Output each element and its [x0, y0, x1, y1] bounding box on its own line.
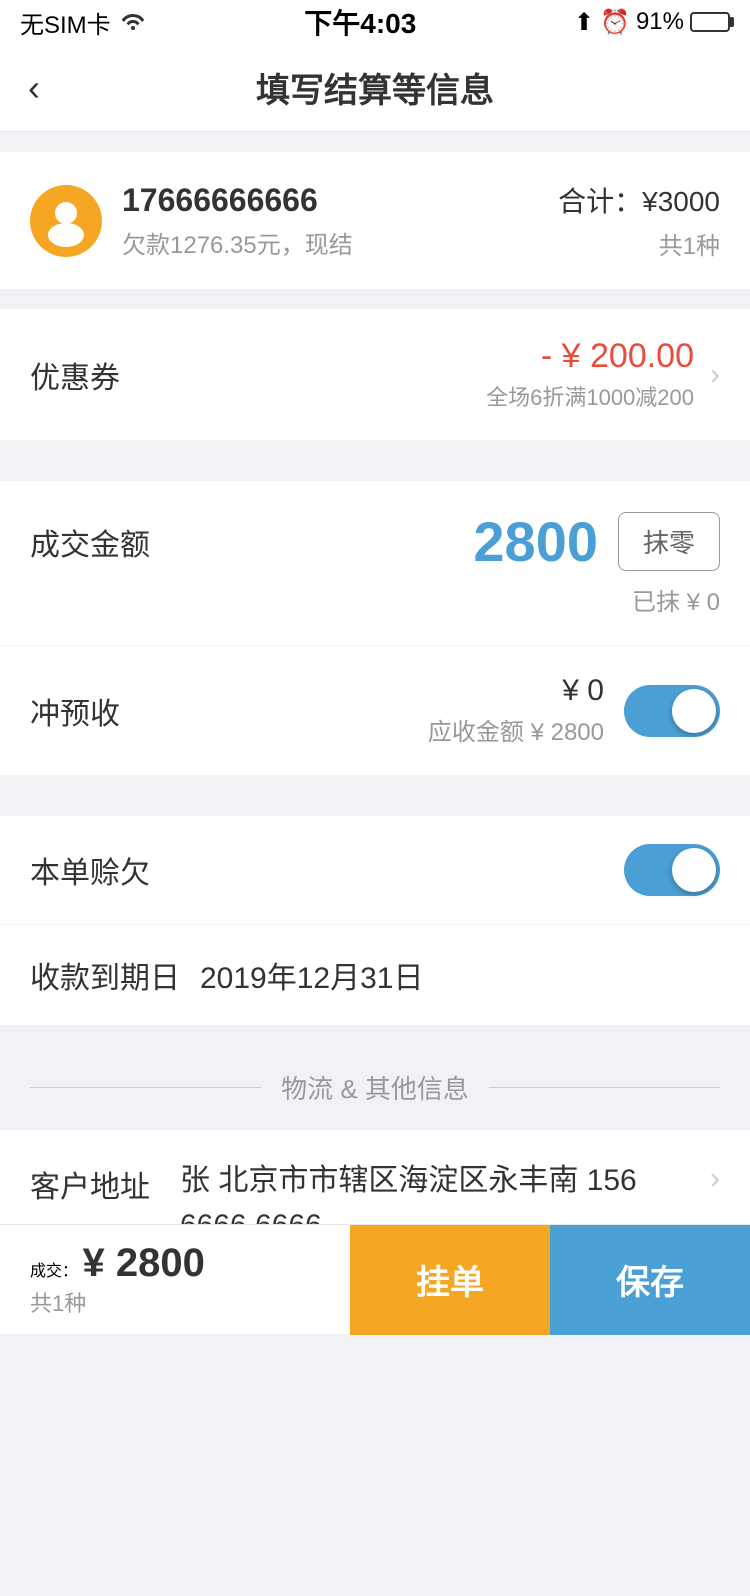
avatar — [30, 185, 102, 257]
hold-button[interactable]: 挂单 — [350, 1225, 550, 1335]
prepay-label: 冲预收 — [30, 689, 120, 733]
due-row: 收款到期日 2019年12月31日 — [30, 953, 720, 997]
network-label: 无SIM卡 — [20, 5, 111, 40]
discount-value: - ¥ 200.00 全场6折满1000减200 — [486, 337, 694, 412]
prepay-row: 冲预收 ¥ 0 应收金额 ¥ 2800 — [30, 674, 720, 747]
customer-left: 17666666666 欠款1276.35元，现结 — [30, 182, 353, 260]
deal-sub: 已抹 ¥ 0 — [30, 582, 720, 617]
toggle-knob — [672, 689, 716, 733]
bottom-count: 共1种 — [30, 1286, 320, 1318]
logistics-divider: 物流 & 其他信息 — [0, 1045, 750, 1130]
bottom-info: 成交： ¥ 2800 共1种 — [0, 1241, 350, 1318]
address-label: 客户地址 — [30, 1158, 150, 1206]
prepay-amount: ¥ 0 — [428, 674, 604, 708]
discount-chevron-icon: › — [710, 358, 720, 392]
prepay-right: ¥ 0 应收金额 ¥ 2800 — [428, 674, 720, 747]
bottom-amount: ¥ 2800 — [82, 1241, 204, 1285]
divider-3 — [0, 776, 750, 796]
deal-row: 成交金额 2800 抹零 — [30, 509, 720, 574]
deal-amount-section: 成交金额 2800 抹零 已抹 ¥ 0 — [0, 481, 750, 646]
status-right: ⬆ ⏰ 91% — [574, 8, 730, 37]
battery-icon — [690, 12, 730, 32]
save-button[interactable]: 保存 — [550, 1225, 750, 1335]
nav-title: 填写结算等信息 — [256, 63, 494, 112]
discount-right: - ¥ 200.00 全场6折满1000减200 › — [486, 337, 720, 412]
bottom-deal-text: 成交： — [30, 1263, 78, 1280]
debit-section: 本单赊欠 — [0, 816, 750, 924]
main-content: 17666666666 欠款1276.35元，现结 合计：¥3000 共1种 优… — [0, 152, 750, 1596]
prepay-value-block: ¥ 0 应收金额 ¥ 2800 — [428, 674, 604, 747]
due-date-section: 收款到期日 2019年12月31日 — [0, 924, 750, 1025]
round-button[interactable]: 抹零 — [618, 512, 720, 571]
debit-toggle-knob — [672, 848, 716, 892]
customer-count: 共1种 — [558, 226, 720, 261]
deal-right: 2800 抹零 — [473, 509, 720, 574]
debit-toggle[interactable] — [624, 844, 720, 896]
status-bar: 无SIM卡 下午4:03 ⬆ ⏰ 91% — [0, 0, 750, 44]
divider-line-right — [489, 1087, 720, 1088]
discount-amount: - ¥ 200.00 — [486, 337, 694, 376]
avatar-icon — [40, 195, 92, 247]
bottom-bar: 成交： ¥ 2800 共1种 挂单 保存 — [0, 1224, 750, 1334]
discount-label: 优惠券 — [30, 353, 120, 397]
divider-1 — [0, 289, 750, 309]
bottom-deal-label: 成交： ¥ 2800 — [30, 1241, 320, 1286]
customer-total: 合计：¥3000 — [558, 180, 720, 220]
customer-right: 合计：¥3000 共1种 — [558, 180, 720, 261]
prepay-toggle[interactable] — [624, 685, 720, 737]
deal-amount-value: 2800 — [473, 509, 598, 574]
status-time: 下午4:03 — [304, 2, 416, 42]
debit-label: 本单赊欠 — [30, 848, 150, 892]
alarm-icon: ⏰ — [600, 8, 630, 37]
back-button[interactable]: ‹ — [28, 67, 40, 109]
discount-row[interactable]: 优惠券 - ¥ 200.00 全场6折满1000减200 › — [0, 309, 750, 441]
customer-debt: 欠款1276.35元，现结 — [122, 225, 353, 260]
due-date-value: 2019年12月31日 — [200, 953, 423, 997]
address-chevron-icon: › — [710, 1158, 720, 1196]
customer-phone: 17666666666 — [122, 182, 353, 219]
divider-line-left — [30, 1087, 261, 1088]
divider-2 — [0, 441, 750, 461]
customer-card: 17666666666 欠款1276.35元，现结 合计：¥3000 共1种 — [0, 152, 750, 289]
logistics-text: 物流 & 其他信息 — [281, 1069, 469, 1106]
nav-bar: ‹ 填写结算等信息 — [0, 44, 750, 132]
due-label: 收款到期日 — [30, 953, 180, 997]
prepay-sub: 应收金额 ¥ 2800 — [428, 712, 604, 747]
wifi-icon — [119, 8, 147, 37]
location-icon: ⬆ — [574, 8, 594, 37]
prepay-section: 冲预收 ¥ 0 应收金额 ¥ 2800 — [0, 646, 750, 776]
deal-label: 成交金额 — [30, 520, 150, 564]
discount-desc: 全场6折满1000减200 — [486, 380, 694, 412]
battery-percent: 91% — [636, 8, 684, 36]
status-left: 无SIM卡 — [20, 5, 147, 40]
customer-info: 17666666666 欠款1276.35元，现结 — [122, 182, 353, 260]
